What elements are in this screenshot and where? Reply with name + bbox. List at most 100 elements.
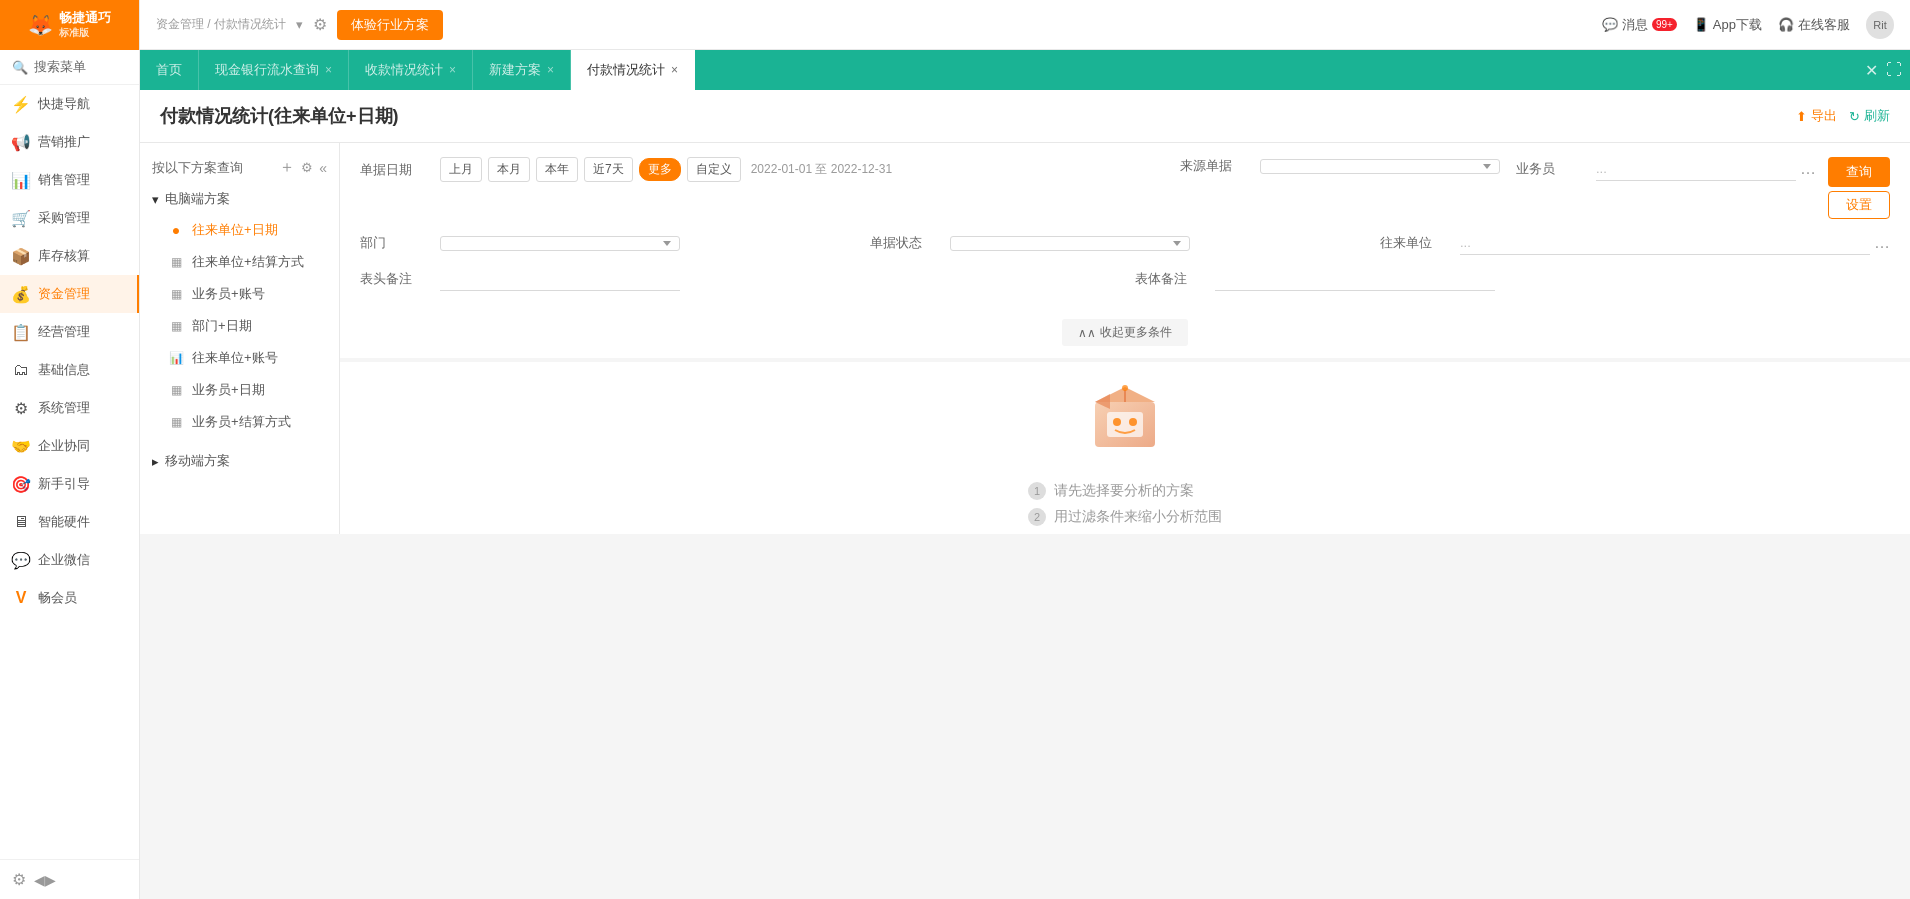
tab-payment-stats-close[interactable]: × xyxy=(671,63,678,77)
body-note-input[interactable] xyxy=(1215,267,1495,291)
scheme-item-label: 往来单位+账号 xyxy=(192,349,278,367)
head-note-input[interactable] xyxy=(440,267,680,291)
tab-cash-flow-close[interactable]: × xyxy=(325,63,332,77)
mobile-category[interactable]: ▸ 移动端方案 xyxy=(140,446,339,476)
export-label: 导出 xyxy=(1811,107,1837,125)
svg-point-7 xyxy=(1122,385,1128,391)
refresh-icon: ↻ xyxy=(1849,109,1860,124)
scheme-item-staff-settlement[interactable]: ▦ 业务员+结算方式 xyxy=(140,406,339,438)
svg-point-4 xyxy=(1113,418,1121,426)
sidebar-item-inventory[interactable]: 📦 库存核算 xyxy=(0,237,139,275)
gear-icon[interactable]: ⚙ xyxy=(313,15,327,34)
sidebar: 🦊 畅捷通巧 标准版 🔍 搜索菜单 ⚡ 快捷导航 📢 营销推广 📊 销售管理 🛒… xyxy=(0,0,140,899)
tip-text-1: 请先选择要分析的方案 xyxy=(1054,482,1194,500)
date-btn-this-month[interactable]: 本月 xyxy=(488,157,530,182)
scheme-item-staff-account[interactable]: ▦ 业务员+账号 xyxy=(140,278,339,310)
tab-home[interactable]: 首页 xyxy=(140,50,199,90)
sidebar-item-marketing[interactable]: 📢 营销推广 xyxy=(0,123,139,161)
tab-receipt-stats-close[interactable]: × xyxy=(449,63,456,77)
staff-dots-icon[interactable]: … xyxy=(1800,160,1816,178)
export-button[interactable]: ⬆ 导出 xyxy=(1796,107,1837,125)
sidebar-item-guide[interactable]: 🎯 新手引导 xyxy=(0,465,139,503)
desktop-category[interactable]: ▾ 电脑端方案 xyxy=(140,184,339,214)
date-btn-last-7days[interactable]: 近7天 xyxy=(584,157,633,182)
query-button[interactable]: 查询 xyxy=(1828,157,1890,187)
collapse-sidebar-icon[interactable]: ◀▶ xyxy=(34,872,56,888)
sidebar-item-system[interactable]: ⚙ 系统管理 xyxy=(0,389,139,427)
setting-button[interactable]: 设置 xyxy=(1828,191,1890,219)
unit-dots-icon[interactable]: … xyxy=(1874,234,1890,252)
scheme-settings-icon[interactable]: ⚙ xyxy=(301,160,313,175)
desktop-category-label: 电脑端方案 xyxy=(165,190,230,208)
wechat-icon: 💬 xyxy=(12,551,30,569)
source-select[interactable] xyxy=(1260,159,1500,174)
sidebar-item-basic-info[interactable]: 🗂 基础信息 xyxy=(0,351,139,389)
message-button[interactable]: 💬 消息 99+ xyxy=(1602,16,1677,34)
unit-label: 往来单位 xyxy=(1380,234,1460,252)
sidebar-item-fund[interactable]: 💰 资金管理 xyxy=(0,275,139,313)
status-filter: 单据状态 xyxy=(870,234,1380,252)
sidebar-item-operation[interactable]: 📋 经营管理 xyxy=(0,313,139,351)
sidebar-item-label: 畅会员 xyxy=(38,589,77,607)
dept-select[interactable] xyxy=(440,236,680,251)
status-label: 单据状态 xyxy=(870,234,950,252)
tip-num-1: 1 xyxy=(1028,482,1046,500)
sidebar-item-purchase[interactable]: 🛒 采购管理 xyxy=(0,199,139,237)
filter-row-1: 单据日期 上月 本月 本年 近7天 更多 自定义 2022-01-01 至 20… xyxy=(360,157,1890,219)
date-btn-this-year[interactable]: 本年 xyxy=(536,157,578,182)
tab-payment-stats[interactable]: 付款情况统计 × xyxy=(571,50,695,90)
app-logo: 🦊 畅捷通巧 标准版 xyxy=(0,0,139,50)
online-service-button[interactable]: 🎧 在线客服 xyxy=(1778,16,1850,34)
scheme-item-staff-date[interactable]: ▦ 业务员+日期 xyxy=(140,374,339,406)
date-label: 单据日期 xyxy=(360,161,440,179)
collapse-filters-button[interactable]: ∧∧ 收起更多条件 xyxy=(1062,319,1188,346)
sidebar-item-hardware[interactable]: 🖥 智能硬件 xyxy=(0,503,139,541)
sidebar-item-wechat[interactable]: 💬 企业微信 xyxy=(0,541,139,579)
empty-state: 1 请先选择要分析的方案 2 用过滤条件来缩小分析范围 xyxy=(340,362,1910,534)
expand-tab-icon[interactable]: ⛶ xyxy=(1886,61,1902,79)
message-label: 消息 xyxy=(1622,16,1648,34)
sidebar-item-quick-nav[interactable]: ⚡ 快捷导航 xyxy=(0,85,139,123)
mobile-chevron-icon: ▸ xyxy=(152,454,159,469)
unit-input[interactable] xyxy=(1460,231,1870,255)
marketing-icon: 📢 xyxy=(12,133,30,151)
tab-cash-flow[interactable]: 现金银行流水查询 × xyxy=(199,50,349,90)
source-filter: 来源单据 xyxy=(1180,157,1500,175)
sales-icon: 📊 xyxy=(12,171,30,189)
staff-input[interactable] xyxy=(1596,157,1796,181)
tab-new-scheme[interactable]: 新建方案 × xyxy=(473,50,571,90)
sidebar-item-label: 企业协同 xyxy=(38,437,90,455)
dropdown-icon[interactable]: ▾ xyxy=(296,17,303,32)
collapse-panel-icon[interactable]: « xyxy=(319,160,327,176)
user-avatar[interactable]: Rit xyxy=(1866,11,1894,39)
scheme-item-dept-date[interactable]: ▦ 部门+日期 xyxy=(140,310,339,342)
search-menu[interactable]: 🔍 搜索菜单 xyxy=(0,50,139,85)
status-select[interactable] xyxy=(950,236,1190,251)
inventory-icon: 📦 xyxy=(12,247,30,265)
scheme-item-unit-settlement[interactable]: ▦ 往来单位+结算方式 xyxy=(140,246,339,278)
sidebar-item-member[interactable]: V 畅会员 xyxy=(0,579,139,617)
app-download-button[interactable]: 📱 App下载 xyxy=(1693,16,1762,34)
refresh-button[interactable]: ↻ 刷新 xyxy=(1849,107,1890,125)
add-scheme-icon[interactable]: ＋ xyxy=(279,157,295,178)
sidebar-item-sales[interactable]: 📊 销售管理 xyxy=(0,161,139,199)
date-btn-more[interactable]: 更多 xyxy=(639,158,681,181)
scheme-active-icon: ● xyxy=(168,222,184,238)
scheme-item-unit-account[interactable]: 📊 往来单位+账号 xyxy=(140,342,339,374)
tab-receipt-stats[interactable]: 收款情况统计 × xyxy=(349,50,473,90)
app-download-label: App下载 xyxy=(1713,16,1762,34)
scheme-chart-icon: 📊 xyxy=(168,350,184,366)
close-all-tabs-icon[interactable]: ✕ xyxy=(1865,61,1878,80)
sidebar-item-enterprise[interactable]: 🤝 企业协同 xyxy=(0,427,139,465)
trial-button[interactable]: 体验行业方案 xyxy=(337,10,443,40)
staff-filter: 业务员 … xyxy=(1500,157,1816,181)
sidebar-nav: ⚡ 快捷导航 📢 营销推广 📊 销售管理 🛒 采购管理 📦 库存核算 💰 资金管… xyxy=(0,85,139,859)
scheme-item-unit-date[interactable]: ● 往来单位+日期 xyxy=(140,214,339,246)
settings-icon[interactable]: ⚙ xyxy=(12,870,26,889)
tab-new-scheme-close[interactable]: × xyxy=(547,63,554,77)
refresh-label: 刷新 xyxy=(1864,107,1890,125)
date-btn-custom[interactable]: 自定义 xyxy=(687,157,741,182)
date-btn-last-month[interactable]: 上月 xyxy=(440,157,482,182)
filter-row-3: 表头备注 表体备注 xyxy=(360,267,1890,291)
download-icon: 📱 xyxy=(1693,17,1709,32)
